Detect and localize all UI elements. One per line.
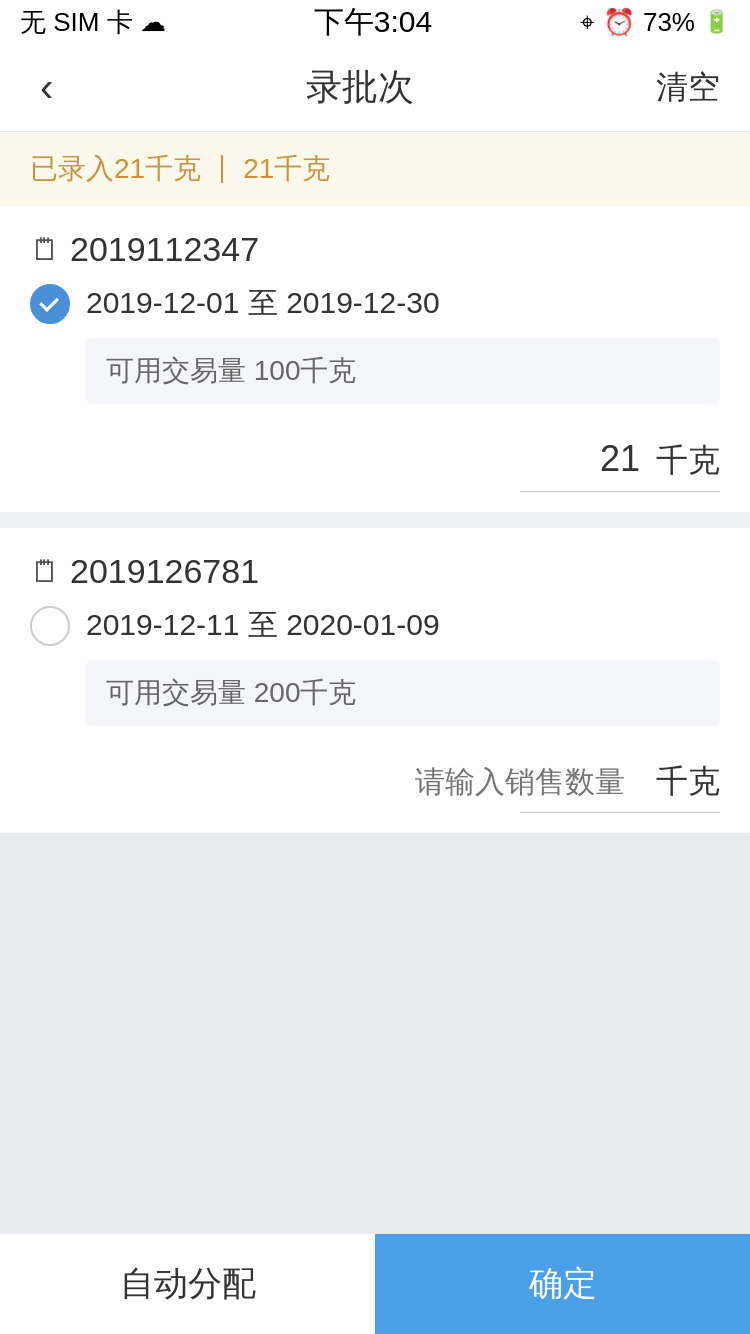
batch-1-quantity-section: 21 千克 bbox=[0, 428, 750, 512]
batch-1-quantity-unit: 千克 bbox=[656, 439, 720, 483]
batch-1-date: 2019-12-01 至 2019-12-30 bbox=[86, 283, 440, 324]
batch-1-quantity-value: 21 bbox=[600, 438, 640, 480]
status-time: 下午3:04 bbox=[314, 2, 432, 43]
bottom-bar: 自动分配 确定 bbox=[0, 1234, 750, 1334]
clear-button[interactable]: 清空 bbox=[656, 66, 720, 110]
batch-2-date: 2019-12-11 至 2020-01-09 bbox=[86, 605, 440, 646]
batch-card-2: 🗒 2019126781 2019-12-11 至 2020-01-09 可用交… bbox=[0, 528, 750, 750]
batch-2-radio[interactable] bbox=[30, 606, 70, 646]
batch-1-radio[interactable] bbox=[30, 284, 70, 324]
batch-2-quantity-input[interactable] bbox=[220, 765, 640, 799]
info-value: 21千克 bbox=[243, 150, 330, 188]
batch-1-available: 可用交易量 100千克 bbox=[86, 338, 720, 404]
gray-area bbox=[0, 833, 750, 1234]
batch-1-underline bbox=[520, 491, 720, 492]
battery-text: 73% bbox=[643, 7, 695, 38]
content-area: 🗒 2019112347 2019-12-01 至 2019-12-30 可用交… bbox=[0, 206, 750, 1234]
batch-2-underline bbox=[520, 812, 720, 813]
back-button[interactable]: ‹ bbox=[30, 55, 63, 120]
section-separator-1 bbox=[0, 512, 750, 528]
batch-2-input-unit: 千克 bbox=[656, 760, 720, 804]
battery-icon: 🔋 bbox=[703, 9, 730, 35]
batch-2-icon: 🗒 bbox=[30, 555, 60, 589]
batch-2-input-section: 千克 bbox=[0, 750, 750, 833]
status-left: 无 SIM 卡 ☁ bbox=[20, 5, 166, 40]
location-icon: ⌖ bbox=[580, 7, 595, 38]
nav-bar: ‹ 录批次 清空 bbox=[0, 44, 750, 132]
batch-1-date-row[interactable]: 2019-12-01 至 2019-12-30 bbox=[30, 283, 720, 324]
batch-2-date-row[interactable]: 2019-12-11 至 2020-01-09 bbox=[30, 605, 720, 646]
batch-1-header: 🗒 2019112347 bbox=[30, 230, 720, 269]
confirm-button[interactable]: 确定 bbox=[375, 1234, 750, 1334]
info-label: 已录入21千克 bbox=[30, 150, 201, 188]
sim-text: 无 SIM 卡 ☁ bbox=[20, 5, 166, 40]
batch-1-icon: 🗒 bbox=[30, 233, 60, 267]
batch-card-1: 🗒 2019112347 2019-12-01 至 2019-12-30 可用交… bbox=[0, 206, 750, 428]
page-title: 录批次 bbox=[306, 63, 414, 112]
alarm-icon: ⏰ bbox=[603, 7, 635, 38]
batch-2-id: 2019126781 bbox=[70, 552, 259, 591]
status-right: ⌖ ⏰ 73% 🔋 bbox=[580, 7, 730, 38]
status-bar: 无 SIM 卡 ☁ 下午3:04 ⌖ ⏰ 73% 🔋 bbox=[0, 0, 750, 44]
batch-2-header: 🗒 2019126781 bbox=[30, 552, 720, 591]
info-divider bbox=[221, 155, 223, 183]
info-banner: 已录入21千克 21千克 bbox=[0, 132, 750, 206]
batch-1-id: 2019112347 bbox=[70, 230, 259, 269]
auto-distribute-button[interactable]: 自动分配 bbox=[0, 1234, 375, 1334]
batch-2-available: 可用交易量 200千克 bbox=[86, 660, 720, 726]
